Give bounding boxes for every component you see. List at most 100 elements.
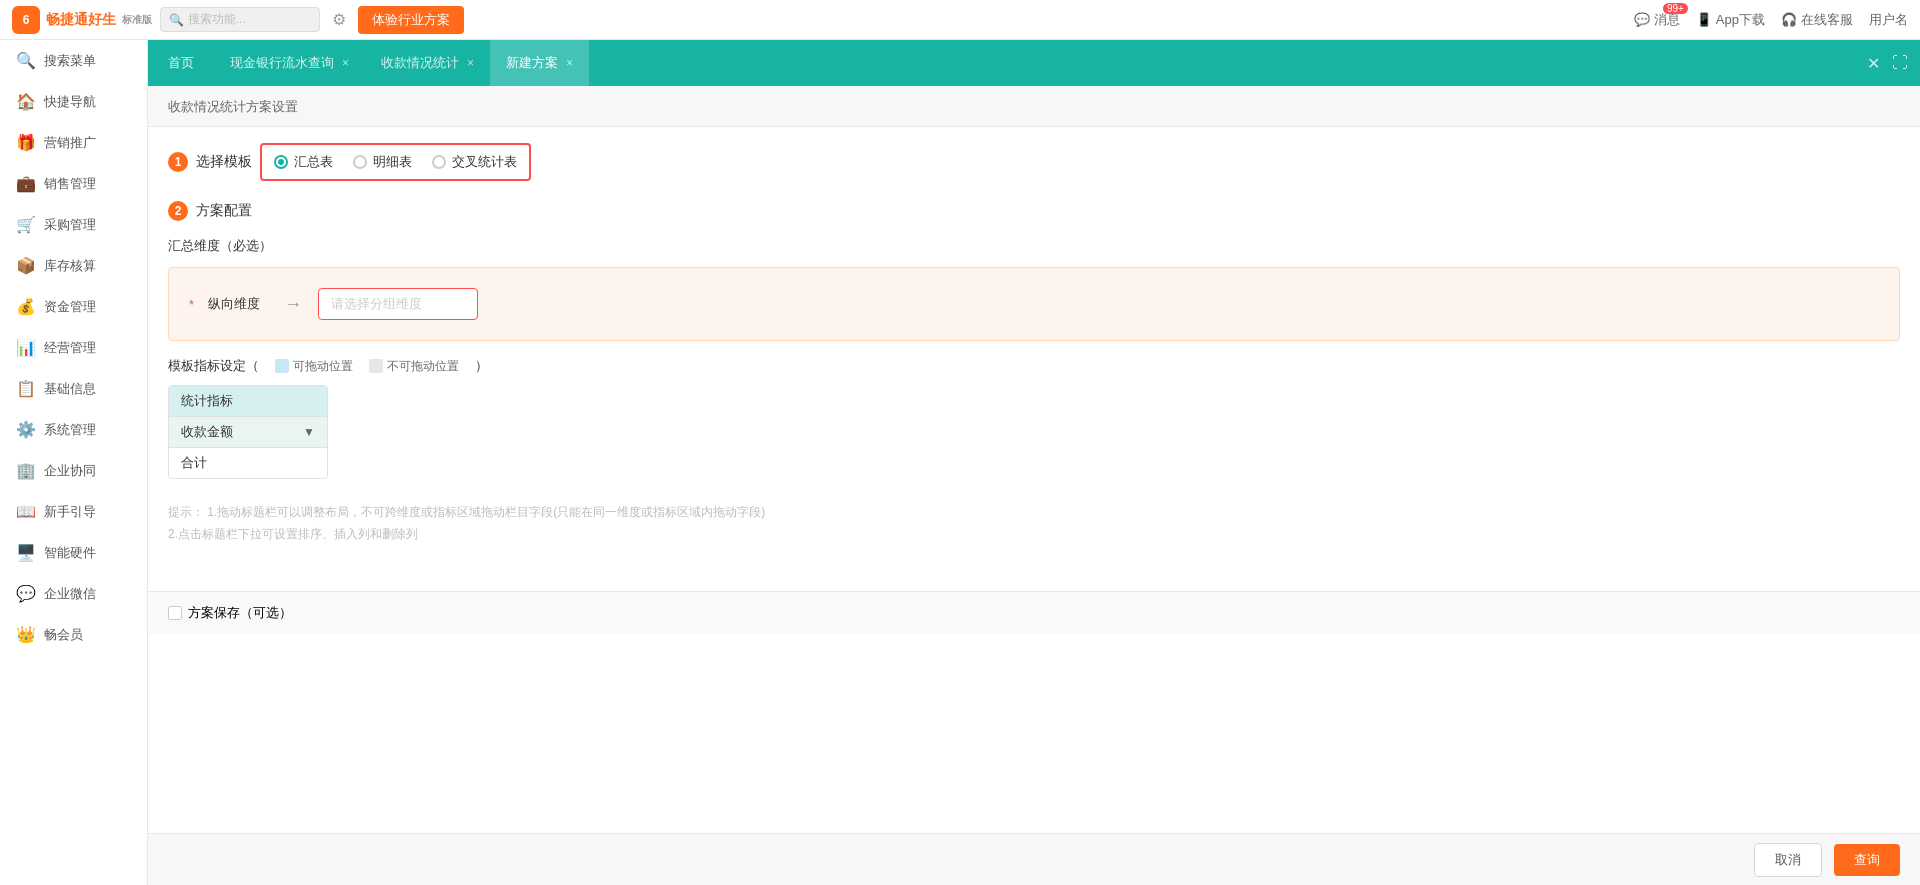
sidebar-item-corp[interactable]: 🏢 企业协同 bbox=[0, 450, 147, 491]
save-option-label: 方案保存（可选） bbox=[188, 604, 292, 622]
system-icon: ⚙️ bbox=[16, 420, 36, 439]
wechat-icon: 💬 bbox=[16, 584, 36, 603]
radio-detail[interactable]: 明细表 bbox=[353, 153, 412, 171]
sidebar-item-wechat[interactable]: 💬 企业微信 bbox=[0, 573, 147, 614]
save-checkbox[interactable] bbox=[168, 606, 182, 620]
search-placeholder: 搜索功能... bbox=[188, 11, 246, 28]
tip-text-2: 2.点击标题栏下拉可设置排序、插入列和删除列 bbox=[168, 524, 1900, 546]
step2-title: 方案配置 bbox=[196, 202, 252, 220]
edition-badge: 标准版 bbox=[122, 13, 152, 27]
non-draggable-hint: 不可拖动位置 bbox=[369, 358, 459, 375]
step2-header: 2 方案配置 bbox=[168, 201, 1900, 221]
sidebar-item-quick-nav[interactable]: 🏠 快捷导航 bbox=[0, 81, 147, 122]
search-menu-icon: 🔍 bbox=[16, 51, 36, 70]
sidebar-label-sales: 销售管理 bbox=[44, 175, 96, 193]
sidebar-item-inventory[interactable]: 📦 库存核算 bbox=[0, 245, 147, 286]
sidebar-item-member[interactable]: 👑 畅会员 bbox=[0, 614, 147, 655]
step2-number: 2 bbox=[168, 201, 188, 221]
sidebar-item-guide[interactable]: 📖 新手引导 bbox=[0, 491, 147, 532]
sidebar-label-system: 系统管理 bbox=[44, 421, 96, 439]
tab-collection-stats[interactable]: 收款情况统计 × bbox=[365, 40, 490, 86]
app-download-button[interactable]: 📱 App下载 bbox=[1696, 11, 1765, 29]
step1-header: 1 选择模板 汇总表 bbox=[168, 143, 1900, 181]
sidebar-label-guide: 新手引导 bbox=[44, 503, 96, 521]
draggable-label: 可拖动位置 bbox=[293, 358, 353, 375]
sidebar-item-basic-info[interactable]: 📋 基础信息 bbox=[0, 368, 147, 409]
radio-cross[interactable]: 交叉统计表 bbox=[432, 153, 517, 171]
top-bar: 6 畅捷通好生 标准版 🔍 搜索功能... ⚙ 体验行业方案 💬 消息 99+ … bbox=[0, 0, 1920, 40]
tab-new-plan[interactable]: 新建方案 × bbox=[490, 40, 589, 86]
marketing-icon: 🎁 bbox=[16, 133, 36, 152]
support-label: 在线客服 bbox=[1801, 11, 1853, 29]
user-name: 用户名 bbox=[1869, 11, 1908, 29]
business-icon: 📊 bbox=[16, 338, 36, 357]
dim-input-box[interactable]: 请选择分组维度 bbox=[318, 288, 478, 320]
dimension-row: * 纵向维度 → 请选择分组维度 bbox=[189, 288, 1879, 320]
sidebar-label-hardware: 智能硬件 bbox=[44, 544, 96, 562]
sidebar-item-hardware[interactable]: 🖥️ 智能硬件 bbox=[0, 532, 147, 573]
sidebar-item-sales[interactable]: 💼 销售管理 bbox=[0, 163, 147, 204]
section-content: 1 选择模板 汇总表 bbox=[148, 127, 1920, 591]
tab-close-all-icon[interactable]: ✕ bbox=[1863, 50, 1884, 77]
tab-new-plan-label: 新建方案 bbox=[506, 54, 558, 72]
tab-home[interactable]: 首页 bbox=[148, 40, 214, 86]
indicator-table-header: 统计指标 bbox=[169, 386, 327, 417]
guide-icon: 📖 bbox=[16, 502, 36, 521]
radio-detail-label: 明细表 bbox=[373, 153, 412, 171]
required-star: * bbox=[189, 297, 194, 312]
sidebar-label-marketing: 营销推广 bbox=[44, 134, 96, 152]
sidebar-label-wechat: 企业微信 bbox=[44, 585, 96, 603]
sidebar-label-basic-info: 基础信息 bbox=[44, 380, 96, 398]
sidebar-item-purchase[interactable]: 🛒 采购管理 bbox=[0, 204, 147, 245]
tab-expand-icon[interactable]: ⛶ bbox=[1888, 50, 1912, 76]
stat-indicator-row[interactable]: 收款金额 ▼ bbox=[169, 417, 327, 448]
tips-section: 提示： 1.拖动标题栏可以调整布局，不可跨维度或指标区域拖动栏目字段(只能在同一… bbox=[168, 502, 1900, 555]
trial-button[interactable]: 体验行业方案 bbox=[358, 6, 464, 34]
radio-cross-label: 交叉统计表 bbox=[452, 153, 517, 171]
radio-summary[interactable]: 汇总表 bbox=[274, 153, 333, 171]
logo-area: 6 畅捷通好生 标准版 bbox=[12, 6, 152, 34]
support-icon: 🎧 bbox=[1781, 12, 1797, 27]
tab-collection-stats-label: 收款情况统计 bbox=[381, 54, 459, 72]
quick-nav-icon: 🏠 bbox=[16, 92, 36, 111]
non-draggable-label: 不可拖动位置 bbox=[387, 358, 459, 375]
radio-detail-circle bbox=[353, 155, 367, 169]
tab-collection-stats-close[interactable]: × bbox=[467, 56, 474, 70]
step1-title: 选择模板 bbox=[196, 153, 252, 171]
dropdown-arrow-icon: ▼ bbox=[303, 425, 315, 439]
message-badge: 99+ bbox=[1663, 3, 1688, 14]
radio-summary-circle bbox=[274, 155, 288, 169]
non-draggable-dot bbox=[369, 359, 383, 373]
subtotal-row: 合计 bbox=[169, 448, 327, 478]
message-button[interactable]: 💬 消息 99+ bbox=[1634, 11, 1680, 29]
sidebar-label-search-menu: 搜索菜单 bbox=[44, 52, 96, 70]
sidebar: 🔍 搜索菜单 🏠 快捷导航 🎁 营销推广 💼 销售管理 🛒 采购管理 📦 bbox=[0, 40, 148, 885]
arrow-icon: → bbox=[284, 294, 302, 315]
inventory-icon: 📦 bbox=[16, 256, 36, 275]
download-icon: 📱 bbox=[1696, 12, 1712, 27]
top-search-bar[interactable]: 🔍 搜索功能... bbox=[160, 7, 320, 32]
support-button[interactable]: 🎧 在线客服 bbox=[1781, 11, 1853, 29]
sidebar-item-marketing[interactable]: 🎁 营销推广 bbox=[0, 122, 147, 163]
sidebar-label-member: 畅会员 bbox=[44, 626, 83, 644]
tab-bank-flow-close[interactable]: × bbox=[342, 56, 349, 70]
capital-icon: 💰 bbox=[16, 297, 36, 316]
dimension-area: * 纵向维度 → 请选择分组维度 bbox=[168, 267, 1900, 341]
step1-number: 1 bbox=[168, 152, 188, 172]
main-content: 收款情况统计方案设置 1 选择模板 bbox=[148, 86, 1920, 833]
top-bar-right: 💬 消息 99+ 📱 App下载 🎧 在线客服 用户名 bbox=[1634, 11, 1908, 29]
gear-icon[interactable]: ⚙ bbox=[328, 10, 350, 29]
sidebar-item-system[interactable]: ⚙️ 系统管理 bbox=[0, 409, 147, 450]
sidebar-label-inventory: 库存核算 bbox=[44, 257, 96, 275]
member-icon: 👑 bbox=[16, 625, 36, 644]
sidebar-item-business[interactable]: 📊 经营管理 bbox=[0, 327, 147, 368]
tab-new-plan-close[interactable]: × bbox=[566, 56, 573, 70]
cancel-button[interactable]: 取消 bbox=[1754, 843, 1822, 877]
sales-icon: 💼 bbox=[16, 174, 36, 193]
query-button[interactable]: 查询 bbox=[1834, 844, 1900, 876]
step1-section: 1 选择模板 汇总表 bbox=[168, 143, 1900, 181]
indicator-title-text: 模板指标设定（ bbox=[168, 358, 259, 373]
sidebar-item-search-menu[interactable]: 🔍 搜索菜单 bbox=[0, 40, 147, 81]
sidebar-item-capital[interactable]: 💰 资金管理 bbox=[0, 286, 147, 327]
tab-bank-flow[interactable]: 现金银行流水查询 × bbox=[214, 40, 365, 86]
